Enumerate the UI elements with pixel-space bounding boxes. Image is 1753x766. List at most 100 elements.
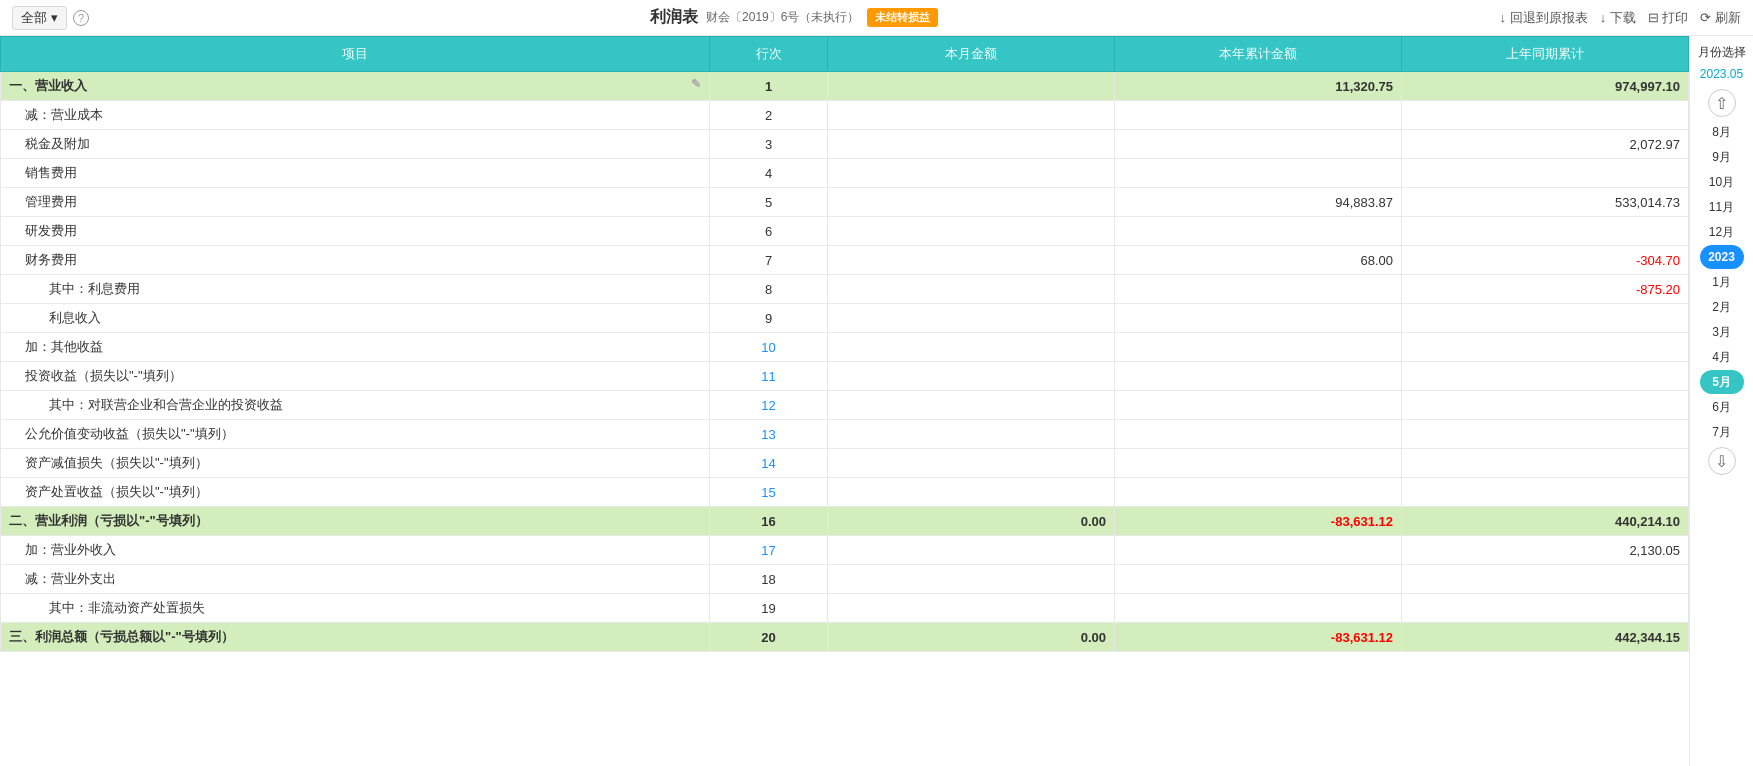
- table-row[interactable]: 一、营业收入✎111,320.75974,997.10: [1, 72, 1689, 101]
- month-item[interactable]: 2023: [1700, 245, 1744, 269]
- cell-prev: 533,014.73: [1402, 188, 1689, 217]
- table-row[interactable]: 其中：非流动资产处置损失19: [1, 594, 1689, 623]
- cell-item: 财务费用: [1, 246, 710, 275]
- month-item[interactable]: 12月: [1700, 220, 1744, 244]
- cell-year: 94,883.87: [1115, 188, 1402, 217]
- cell-item: 其中：非流动资产处置损失: [1, 594, 710, 623]
- month-item[interactable]: 11月: [1700, 195, 1744, 219]
- cell-month: [828, 130, 1115, 159]
- table-row[interactable]: 管理费用594,883.87533,014.73: [1, 188, 1689, 217]
- cell-year: [1115, 594, 1402, 623]
- cell-year: 68.00: [1115, 246, 1402, 275]
- month-item[interactable]: 5月: [1700, 370, 1744, 394]
- cell-item: 减：营业外支出: [1, 565, 710, 594]
- cell-row-num: 11: [709, 362, 827, 391]
- cell-row-num: 4: [709, 159, 827, 188]
- back-btn[interactable]: ↓ 回退到原报表: [1500, 9, 1588, 27]
- cell-item: 减：营业成本: [1, 101, 710, 130]
- table-row[interactable]: 减：营业外支出18: [1, 565, 1689, 594]
- cell-prev: [1402, 159, 1689, 188]
- month-item[interactable]: 7月: [1700, 420, 1744, 444]
- table-area: 项目 行次 本月金额 本年累计金额 上年同期累计 一、营业收入✎111,320.…: [0, 36, 1689, 766]
- top-bar-left: 全部 ▾ ?: [12, 6, 89, 30]
- table-row[interactable]: 减：营业成本2: [1, 101, 1689, 130]
- table-row[interactable]: 其中：对联营企业和合营企业的投资收益12: [1, 391, 1689, 420]
- cell-year: [1115, 391, 1402, 420]
- cell-month: [828, 536, 1115, 565]
- table-row[interactable]: 资产减值损失（损失以"-"填列）14: [1, 449, 1689, 478]
- help-icon[interactable]: ?: [73, 10, 89, 26]
- table-row[interactable]: 财务费用7 68.00-304.70: [1, 246, 1689, 275]
- cell-prev: [1402, 565, 1689, 594]
- month-item[interactable]: 4月: [1700, 345, 1744, 369]
- cell-year: [1115, 159, 1402, 188]
- breadcrumb-select[interactable]: 全部 ▾: [12, 6, 67, 30]
- dropdown-icon: ▾: [51, 10, 58, 25]
- cell-row-num: 5: [709, 188, 827, 217]
- cell-row-num: 1: [709, 72, 827, 101]
- cell-year: [1115, 275, 1402, 304]
- download-btn[interactable]: ↓ 下载: [1600, 9, 1636, 27]
- cell-year: [1115, 304, 1402, 333]
- month-item[interactable]: 9月: [1700, 145, 1744, 169]
- month-down-btn[interactable]: ⇩: [1708, 447, 1736, 475]
- cell-month: [828, 478, 1115, 507]
- cell-prev: [1402, 217, 1689, 246]
- cell-row-num: 7: [709, 246, 827, 275]
- cell-prev: [1402, 333, 1689, 362]
- cell-month: [828, 333, 1115, 362]
- cell-prev: [1402, 449, 1689, 478]
- cell-item: 其中：对联营企业和合营企业的投资收益: [1, 391, 710, 420]
- table-row[interactable]: 公允价值变动收益（损失以"-"填列）13: [1, 420, 1689, 449]
- cell-row-num: 18: [709, 565, 827, 594]
- print-btn[interactable]: ⊟ 打印: [1648, 9, 1689, 27]
- table-row[interactable]: 利息收入9: [1, 304, 1689, 333]
- edit-icon[interactable]: ✎: [691, 77, 701, 91]
- cell-item: 加：其他收益: [1, 333, 710, 362]
- cell-month: [828, 565, 1115, 594]
- header-item: 项目: [1, 37, 710, 72]
- cell-year: [1115, 478, 1402, 507]
- table-row[interactable]: 投资收益（损失以"-"填列）11: [1, 362, 1689, 391]
- table-row[interactable]: 加：营业外收入172,130.05: [1, 536, 1689, 565]
- refresh-btn[interactable]: ⟳ 刷新: [1700, 9, 1741, 27]
- cell-item: 资产处置收益（损失以"-"填列）: [1, 478, 710, 507]
- cell-month: [828, 188, 1115, 217]
- cell-item: 加：营业外收入: [1, 536, 710, 565]
- month-item[interactable]: 8月: [1700, 120, 1744, 144]
- cell-row-num: 16: [709, 507, 827, 536]
- table-row[interactable]: 二、营业利润（亏损以"-"号填列）160.00-83,631.12440,214…: [1, 507, 1689, 536]
- breadcrumb-text: 全部: [21, 9, 47, 27]
- cell-month: 0.00: [828, 507, 1115, 536]
- cell-prev: [1402, 304, 1689, 333]
- cell-year: -83,631.12: [1115, 507, 1402, 536]
- cell-prev: [1402, 362, 1689, 391]
- cell-row-num: 17: [709, 536, 827, 565]
- month-item[interactable]: 10月: [1700, 170, 1744, 194]
- top-bar-right: ↓ 回退到原报表 ↓ 下载 ⊟ 打印 ⟳ 刷新: [1500, 9, 1742, 27]
- month-item[interactable]: 1月: [1700, 270, 1744, 294]
- table-row[interactable]: 加：其他收益10: [1, 333, 1689, 362]
- cell-month: [828, 362, 1115, 391]
- cell-year: [1115, 420, 1402, 449]
- cell-prev: [1402, 101, 1689, 130]
- cell-month: [828, 594, 1115, 623]
- cell-year: [1115, 536, 1402, 565]
- side-panel-title: 月份选择: [1698, 44, 1746, 61]
- cell-year: [1115, 101, 1402, 130]
- month-item[interactable]: 3月: [1700, 320, 1744, 344]
- table-row[interactable]: 销售费用4: [1, 159, 1689, 188]
- cell-prev: [1402, 594, 1689, 623]
- month-up-btn[interactable]: ⇧: [1708, 89, 1736, 117]
- table-row[interactable]: 资产处置收益（损失以"-"填列）15: [1, 478, 1689, 507]
- table-row[interactable]: 研发费用6: [1, 217, 1689, 246]
- table-row[interactable]: 税金及附加32,072.97: [1, 130, 1689, 159]
- cell-prev: 974,997.10: [1402, 72, 1689, 101]
- month-item[interactable]: 2月: [1700, 295, 1744, 319]
- doc-info: 财会〔2019〕6号（未执行）: [706, 9, 859, 26]
- month-item[interactable]: 6月: [1700, 395, 1744, 419]
- cell-prev: -304.70: [1402, 246, 1689, 275]
- table-row[interactable]: 其中：利息费用8-875.20: [1, 275, 1689, 304]
- cell-row-num: 10: [709, 333, 827, 362]
- table-row[interactable]: 三、利润总额（亏损总额以"-"号填列）200.00-83,631.12442,3…: [1, 623, 1689, 652]
